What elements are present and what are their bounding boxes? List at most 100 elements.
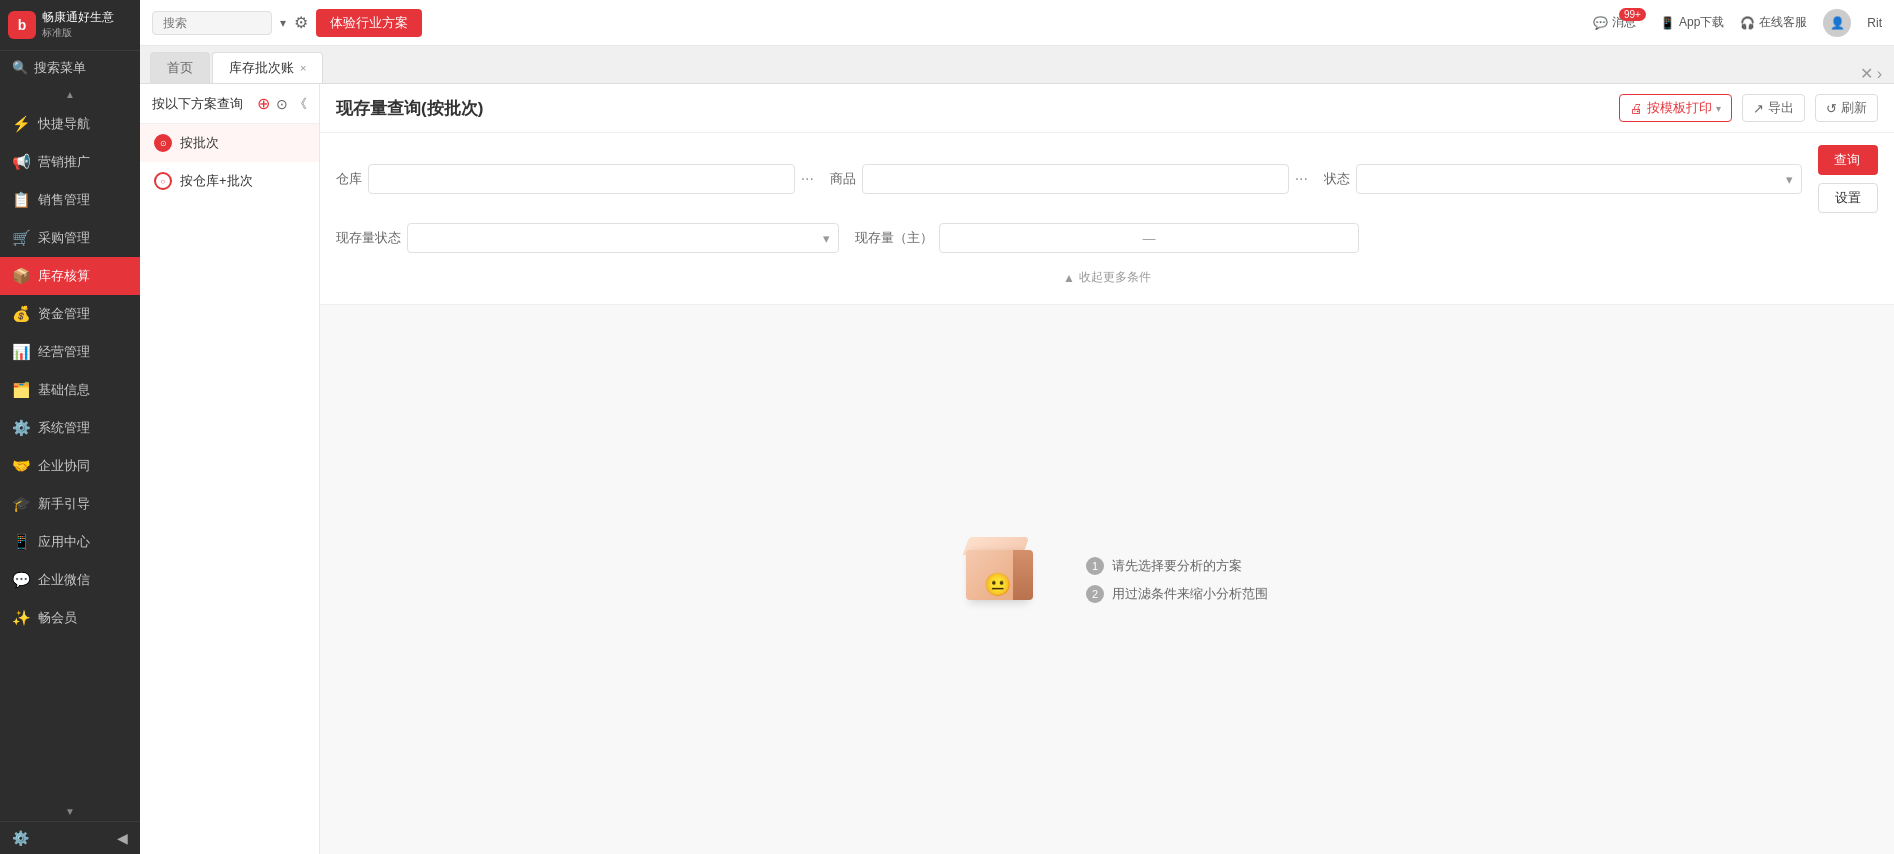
tab-close-right[interactable]: ✕ › — [1848, 64, 1894, 83]
sidebar-item-label: 企业协同 — [38, 457, 90, 475]
left-panel-header: 按以下方案查询 ⊕ ⊙ 《 — [140, 84, 319, 124]
inventory-icon: 📦 — [12, 267, 30, 285]
sidebar-item-label: 基础信息 — [38, 381, 90, 399]
sidebar-item-system[interactable]: ⚙️ 系统管理 — [0, 409, 140, 447]
warehouse-more-btn[interactable]: ··· — [801, 170, 814, 188]
sales-icon: 📋 — [12, 191, 30, 209]
sidebar-item-collab[interactable]: 🤝 企业协同 — [0, 447, 140, 485]
settings-icon: ⚙️ — [12, 830, 29, 846]
page-title: 现存量查询(按批次) — [336, 97, 483, 120]
box-face-emoji: 😐 — [984, 572, 1011, 598]
app-download-label: App下载 — [1679, 14, 1724, 31]
topbar-gear-btn[interactable]: ⚙ — [294, 13, 308, 32]
user-avatar[interactable]: 👤 — [1823, 9, 1851, 37]
operation-icon: 📊 — [12, 343, 30, 361]
sidebar-item-label: 系统管理 — [38, 419, 90, 437]
product-more-btn[interactable]: ··· — [1295, 170, 1308, 188]
product-field: 商品 ··· — [830, 164, 1308, 194]
hint-num-1: 1 — [1086, 557, 1104, 575]
status-field: 状态 ▾ — [1324, 164, 1802, 194]
collapse-label: 收起更多条件 — [1079, 269, 1151, 286]
page-header-right: 🖨 按模板打印 ▾ ↗ 导出 ↺ 刷新 — [1619, 94, 1878, 122]
scheme-settings-btn[interactable]: ⊙ — [276, 96, 288, 112]
sidebar-item-operation[interactable]: 📊 经营管理 — [0, 333, 140, 371]
stock-qty-field: 现存量（主） — — [855, 223, 1358, 253]
stock-status-dropdown-arrow: ▾ — [823, 231, 830, 246]
status-label: 状态 — [1324, 170, 1350, 188]
page-header: 现存量查询(按批次) 🖨 按模板打印 ▾ ↗ 导出 ↺ 刷新 — [320, 84, 1894, 133]
stock-status-select[interactable]: ▾ — [407, 223, 839, 253]
export-btn[interactable]: ↗ 导出 — [1742, 94, 1805, 122]
messages-btn[interactable]: 💬 消息 99+ — [1593, 14, 1636, 31]
basic-icon: 🗂️ — [12, 381, 30, 399]
experience-btn[interactable]: 体验行业方案 — [316, 9, 422, 37]
warehouse-input[interactable] — [368, 164, 795, 194]
sidebar-item-label: 营销推广 — [38, 153, 90, 171]
template-print-btn[interactable]: 🖨 按模板打印 ▾ — [1619, 94, 1732, 122]
sidebar-item-inventory[interactable]: 📦 库存核算 — [0, 257, 140, 295]
sidebar-nav: ⚡ 快捷导航 📢 营销推广 📋 销售管理 🛒 采购管理 📦 库存核算 💰 资金管… — [0, 105, 140, 801]
sidebar-item-sales[interactable]: 📋 销售管理 — [0, 181, 140, 219]
topbar-search-input[interactable] — [152, 11, 272, 35]
sidebar-item-apps[interactable]: 📱 应用中心 — [0, 523, 140, 561]
status-select[interactable]: ▾ — [1356, 164, 1802, 194]
sidebar-item-finance[interactable]: 💰 资金管理 — [0, 295, 140, 333]
print-icon: 🖨 — [1630, 101, 1643, 116]
app-download-btn[interactable]: 📱 App下载 — [1660, 14, 1724, 31]
topbar-dropdown-btn[interactable]: ▾ — [280, 16, 286, 30]
hint-item-1: 1 请先选择要分析的方案 — [1086, 557, 1268, 575]
refresh-icon: ↺ — [1826, 101, 1837, 116]
gear-icon: ⚙ — [294, 14, 308, 31]
collab-icon: 🤝 — [12, 457, 30, 475]
scroll-up-arrow[interactable]: ▲ — [0, 85, 140, 105]
chevron-right-icon[interactable]: › — [1877, 65, 1882, 83]
refresh-btn[interactable]: ↺ 刷新 — [1815, 94, 1878, 122]
hint-text-2: 用过滤条件来缩小分析范围 — [1112, 585, 1268, 603]
online-service-btn[interactable]: 🎧 在线客服 — [1740, 14, 1807, 31]
hint-item-2: 2 用过滤条件来缩小分析范围 — [1086, 585, 1268, 603]
query-btn[interactable]: 查询 — [1818, 145, 1878, 175]
sidebar-item-newbie[interactable]: 🎓 新手引导 — [0, 485, 140, 523]
sidebar-item-marketing[interactable]: 📢 营销推广 — [0, 143, 140, 181]
close-icon[interactable]: ✕ — [1860, 64, 1873, 83]
scheme-collapse-btn[interactable]: 《 — [294, 95, 307, 113]
company-name: 畅康通好生意 — [42, 10, 114, 26]
sidebar-item-vip[interactable]: ✨ 畅会员 — [0, 599, 140, 637]
stock-qty-max[interactable] — [1164, 231, 1348, 246]
username-label[interactable]: Rit — [1867, 16, 1882, 30]
collapse-icon: ◀ — [117, 830, 128, 846]
add-scheme-btn[interactable]: ⊕ — [257, 94, 270, 113]
app-logo: b — [8, 11, 36, 39]
sidebar-item-label: 经营管理 — [38, 343, 90, 361]
tab-inventory-batch-label: 库存批次账 — [229, 59, 294, 77]
search-menu-label: 搜索菜单 — [34, 59, 86, 77]
print-dropdown-arrow: ▾ — [1716, 103, 1721, 114]
status-dropdown-arrow: ▾ — [1786, 172, 1793, 187]
sidebar-item-basic[interactable]: 🗂️ 基础信息 — [0, 371, 140, 409]
scheme-by-warehouse-batch[interactable]: ○ 按仓库+批次 — [140, 162, 319, 200]
sidebar-item-wechat[interactable]: 💬 企业微信 — [0, 561, 140, 599]
scheme-by-batch[interactable]: ⊙ 按批次 — [140, 124, 319, 162]
sidebar-item-purchase[interactable]: 🛒 采购管理 — [0, 219, 140, 257]
search-icon: 🔍 — [12, 60, 28, 75]
system-icon: ⚙️ — [12, 419, 30, 437]
sidebar-item-shortcut[interactable]: ⚡ 快捷导航 — [0, 105, 140, 143]
empty-box-illustration: 😐 — [946, 535, 1046, 635]
settings-btn[interactable]: 设置 — [1818, 183, 1878, 213]
scheme-by-warehouse-batch-label: 按仓库+批次 — [180, 172, 253, 190]
tab-inventory-batch[interactable]: 库存批次账 × — [212, 52, 323, 83]
tab-home[interactable]: 首页 — [150, 52, 210, 83]
sidebar: b 畅康通好生意 标准版 🔍 搜索菜单 ▲ ⚡ 快捷导航 📢 营销推广 📋 销售… — [0, 0, 140, 854]
product-input[interactable] — [862, 164, 1289, 194]
filter-actions-col: 查询 设置 — [1818, 145, 1878, 213]
stock-qty-min[interactable] — [950, 231, 1134, 246]
search-menu-item[interactable]: 🔍 搜索菜单 — [0, 51, 140, 85]
scroll-down-arrow[interactable]: ▼ — [0, 801, 140, 821]
product-label: 商品 — [830, 170, 856, 188]
tab-close-btn[interactable]: × — [300, 63, 306, 74]
sidebar-collapse-btn[interactable]: ◀ — [117, 830, 128, 846]
online-service-label: 在线客服 — [1759, 14, 1807, 31]
sidebar-settings-btn[interactable]: ⚙️ — [12, 830, 29, 846]
box-3d: 😐 — [956, 535, 1036, 605]
collapse-bar[interactable]: ▲ 收起更多条件 — [336, 263, 1878, 292]
